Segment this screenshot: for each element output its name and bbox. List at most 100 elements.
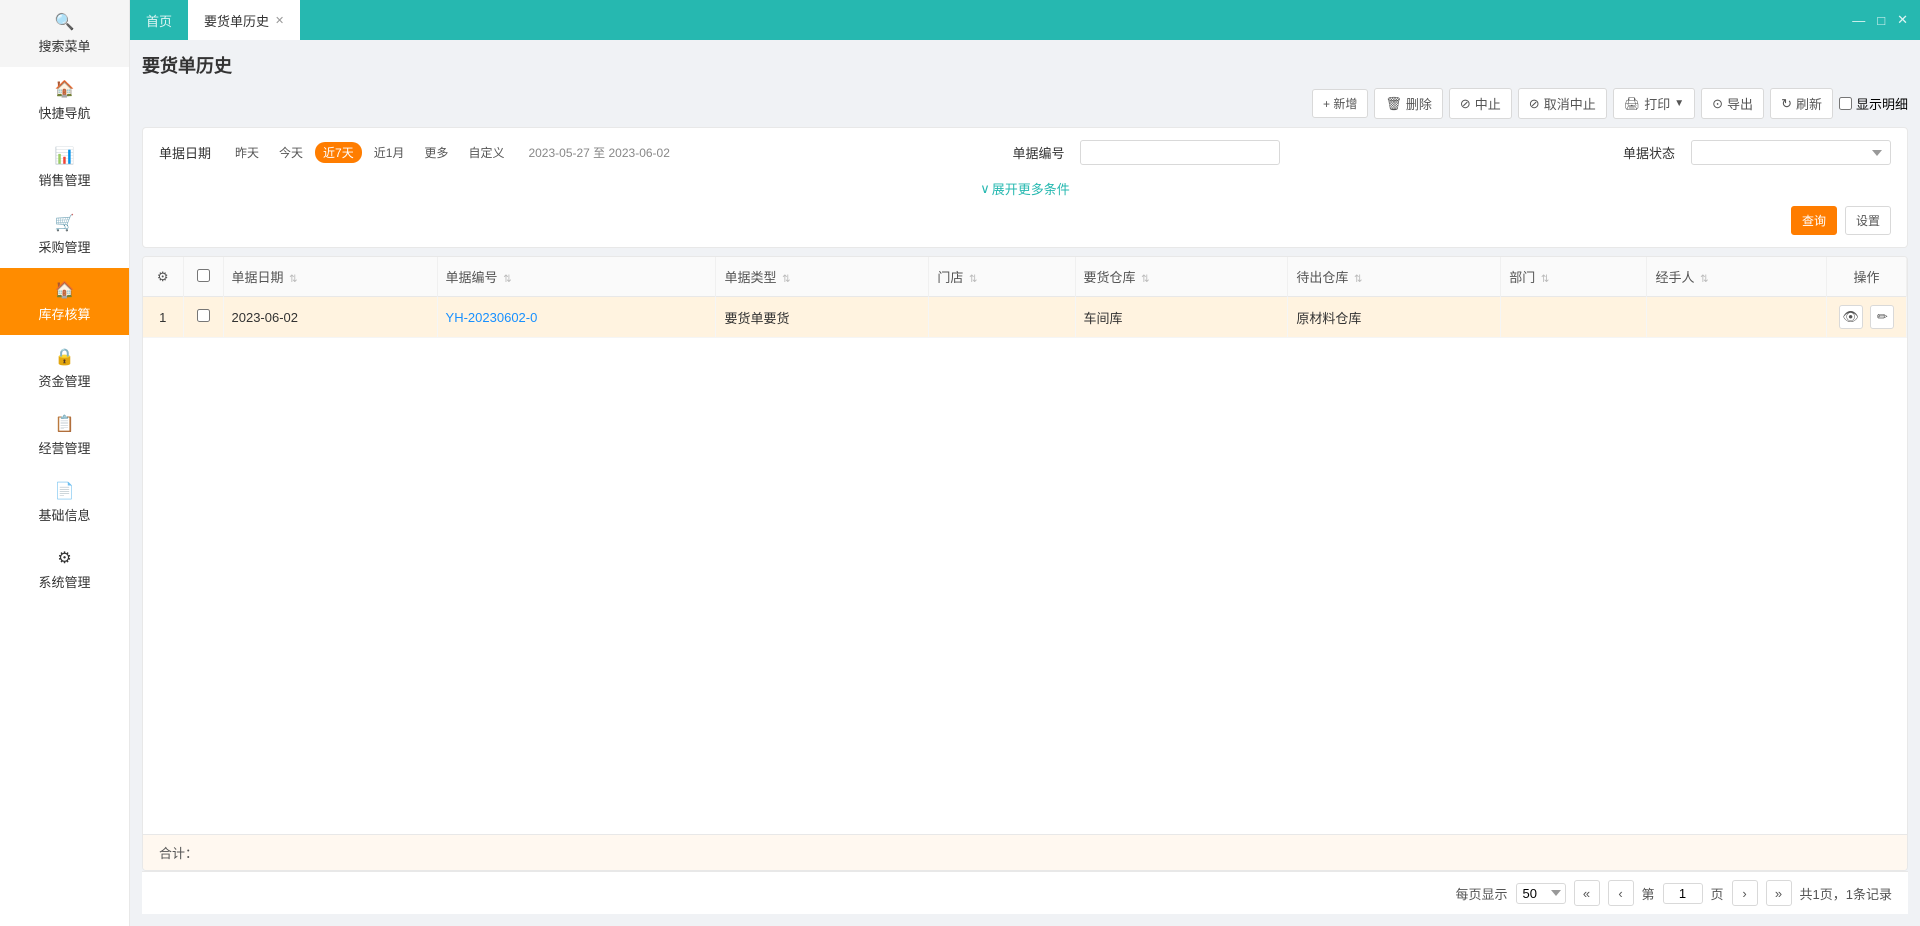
doc-number-input[interactable] (1080, 140, 1280, 165)
date-btn-yesterday[interactable]: 昨天 (227, 142, 267, 163)
print-button[interactable]: 🖨 打印 ▼ (1613, 88, 1695, 119)
delete-icon: 🗑 (1385, 96, 1402, 112)
row-req-warehouse: 车间库 (1075, 297, 1288, 338)
doc-status-select[interactable] (1691, 140, 1891, 165)
sidebar-label-inventory: 库存核算 (38, 304, 90, 323)
last-page-button[interactable]: » (1766, 880, 1792, 906)
export-button[interactable]: ⊙ 导出 (1701, 88, 1764, 119)
sidebar-label-search-menu: 搜索菜单 (38, 36, 90, 55)
sidebar-item-basic-info[interactable]: 📄 基础信息 (0, 469, 129, 536)
date-btn-more[interactable]: 更多 (416, 142, 456, 163)
sidebar-label-operations: 经营管理 (38, 438, 90, 457)
sidebar-item-finance[interactable]: 🔒资金管理 (0, 335, 129, 402)
page-number-input[interactable] (1663, 883, 1703, 904)
date-btn-today[interactable]: 今天 (271, 142, 311, 163)
th-store: 门店 ⇅ (929, 257, 1075, 297)
page-size-select[interactable]: 50 10 20 100 (1516, 883, 1566, 904)
refresh-button[interactable]: ↻ 刷新 (1770, 88, 1833, 119)
filter-bar: 单据日期 昨天今天近7天近1月更多自定义 2023-05-27 至 2023-0… (142, 127, 1908, 248)
sidebar-item-operations[interactable]: 📋 经营管理 (0, 402, 129, 469)
th-doc-date-label: 单据日期 (232, 270, 284, 285)
row-checkbox (183, 297, 223, 338)
sidebar-icon-inventory: 🏠 (55, 280, 75, 300)
delete-button[interactable]: 🗑 删除 (1374, 88, 1443, 119)
prev-page-button[interactable]: ‹ (1608, 880, 1634, 906)
tab-bar-actions: — □ ✕ (1852, 0, 1920, 40)
select-all-checkbox[interactable] (197, 269, 210, 282)
display-detail-label: 显示明细 (1856, 94, 1908, 113)
th-department-sort-icon[interactable]: ⇅ (1541, 274, 1549, 285)
th-req-warehouse-label: 要货仓库 (1084, 270, 1136, 285)
expand-more-button[interactable]: ∨ 展开更多条件 (980, 179, 1070, 198)
tab-requisition-history[interactable]: 要货单历史✕ (188, 0, 300, 40)
maximize-button[interactable]: □ (1877, 13, 1885, 28)
date-btn-custom[interactable]: 自定义 (460, 142, 512, 163)
th-req-warehouse: 要货仓库 ⇅ (1075, 257, 1288, 297)
cancel-stop-button[interactable]: ⊘ 取消中止 (1518, 88, 1607, 119)
doc-number-label: 单据编号 (1012, 143, 1064, 162)
print-dropdown-icon: ▼ (1674, 98, 1684, 109)
th-doc-number-sort-icon[interactable]: ⇅ (503, 274, 511, 285)
total-info: 共1页，1条记录 (1800, 884, 1892, 903)
sidebar-item-quick-nav[interactable]: 🏠 快捷导航 (0, 67, 129, 134)
sidebar-icon-basic-info: 📄 (55, 481, 75, 501)
sidebar-item-purchase[interactable]: 🛒采购管理 (0, 201, 129, 268)
row-doc-type: 要货单要货 (716, 297, 929, 338)
table-container: ⚙ 单据日期 ⇅ 单据编号 ⇅ (142, 256, 1908, 871)
th-department-label: 部门 (1509, 270, 1535, 285)
data-table: ⚙ 单据日期 ⇅ 单据编号 ⇅ (143, 257, 1907, 338)
th-doc-date-sort-icon[interactable]: ⇅ (289, 274, 297, 285)
th-doc-number: 单据编号 ⇅ (437, 257, 716, 297)
date-btn-last_month[interactable]: 近1月 (366, 142, 413, 163)
th-doc-number-label: 单据编号 (446, 270, 498, 285)
date-filter-buttons: 昨天今天近7天近1月更多自定义 (227, 142, 512, 163)
row-edit-button[interactable]: ✏ (1870, 305, 1894, 329)
th-department: 部门 ⇅ (1501, 257, 1647, 297)
th-checkbox (183, 257, 223, 297)
stop-icon: ⊘ (1460, 96, 1471, 112)
row-doc-number-link[interactable]: YH-20230602-0 (446, 310, 538, 325)
cancel-stop-icon: ⊘ (1529, 96, 1540, 112)
th-pending-warehouse: 待出仓库 ⇅ (1288, 257, 1501, 297)
content-area: 要货单历史 + 新增 🗑 删除 ⊘ 中止 ⊘ 取消中止 🖨 (130, 40, 1920, 926)
tab-bar: 首页要货单历史✕ — □ ✕ (130, 0, 1920, 40)
table-header: ⚙ 单据日期 ⇅ 单据编号 ⇅ (143, 257, 1907, 297)
sidebar-icon-operations: 📋 (55, 414, 75, 434)
sidebar-item-sales[interactable]: 📊销售管理 (0, 134, 129, 201)
th-handler-sort-icon[interactable]: ⇅ (1700, 274, 1708, 285)
first-page-button[interactable]: « (1574, 880, 1600, 906)
tab-label-home: 首页 (146, 11, 172, 30)
th-pending-warehouse-sort-icon[interactable]: ⇅ (1354, 274, 1362, 285)
row-view-button[interactable]: 👁 (1839, 305, 1863, 329)
minimize-button[interactable]: — (1852, 13, 1865, 28)
th-settings[interactable]: ⚙ (143, 257, 183, 297)
date-btn-last7days[interactable]: 近7天 (315, 142, 362, 163)
stop-button[interactable]: ⊘ 中止 (1449, 88, 1512, 119)
th-req-warehouse-sort-icon[interactable]: ⇅ (1141, 274, 1149, 285)
sidebar-label-system: 系统管理 (38, 572, 90, 591)
page-title: 要货单历史 (142, 52, 1908, 78)
sidebar-item-inventory[interactable]: 🏠 库存核算 (0, 268, 129, 335)
sidebar-label-finance: 资金管理 (38, 371, 90, 390)
date-filter-label: 单据日期 (159, 143, 211, 162)
table-row[interactable]: 1 2023-06-02 YH-20230602-0 要货单要货 车间库 原材料… (143, 297, 1907, 338)
sidebar-item-system[interactable]: ⚙系统管理 (0, 536, 129, 603)
main-area: 首页要货单历史✕ — □ ✕ 要货单历史 + 新增 🗑 删除 ⊘ 中止 ⊘ 取消… (130, 0, 1920, 926)
sidebar-icon-quick-nav: 🏠 (55, 79, 75, 99)
display-detail-checkbox-container[interactable]: 显示明细 (1839, 94, 1908, 113)
goto-suffix: 页 (1711, 884, 1724, 903)
th-store-sort-icon[interactable]: ⇅ (969, 274, 977, 285)
row-handler (1647, 297, 1827, 338)
sidebar-item-search-menu[interactable]: 🔍搜索菜单 (0, 0, 129, 67)
tab-close-requisition-history[interactable]: ✕ (275, 14, 284, 27)
th-doc-type-sort-icon[interactable]: ⇅ (782, 274, 790, 285)
settings-button[interactable]: 设置 (1845, 206, 1891, 235)
sidebar-label-quick-nav: 快捷导航 (38, 103, 90, 122)
next-page-button[interactable]: › (1732, 880, 1758, 906)
query-button[interactable]: 查询 (1791, 206, 1837, 235)
display-detail-checkbox[interactable] (1839, 97, 1852, 110)
sidebar-label-basic-info: 基础信息 (38, 505, 90, 524)
new-button[interactable]: + 新增 (1312, 89, 1368, 118)
close-button[interactable]: ✕ (1897, 12, 1908, 28)
tab-home[interactable]: 首页 (130, 0, 188, 40)
